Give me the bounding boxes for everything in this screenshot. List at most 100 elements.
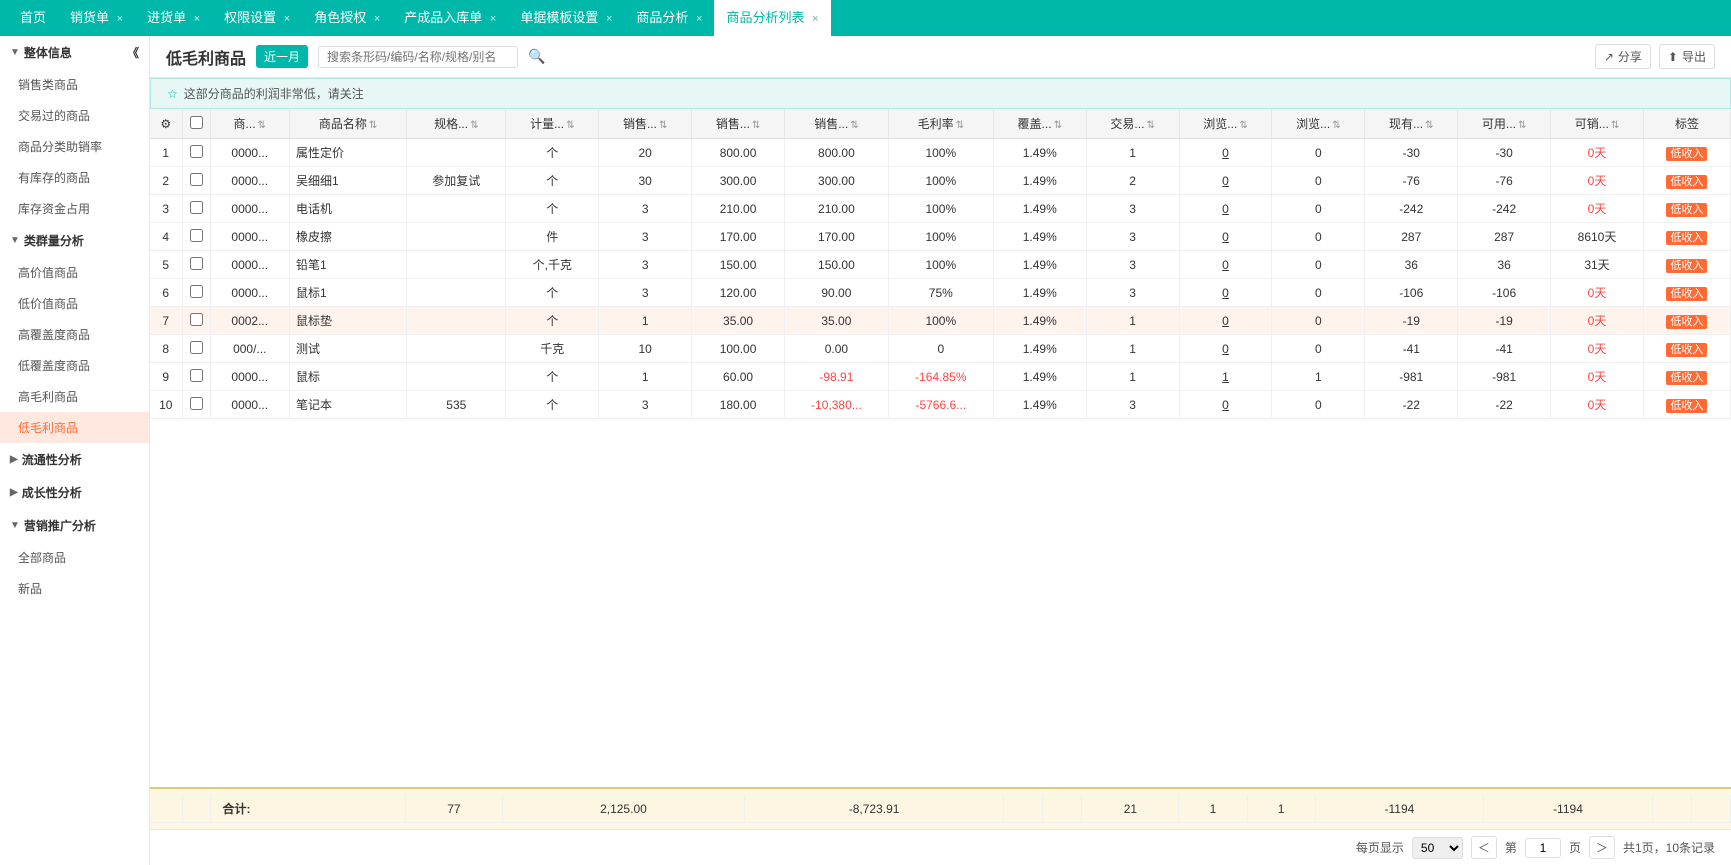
col-spec[interactable]: 规格...⇅	[407, 109, 506, 139]
page-input[interactable]	[1525, 838, 1561, 858]
col-views2[interactable]: 浏览...⇅	[1272, 109, 1365, 139]
row-checkbox-5[interactable]	[182, 251, 210, 279]
nav-home[interactable]: 首页	[8, 0, 58, 36]
sidebar-group-marketing-header[interactable]: ▼ 营销推广分析	[0, 509, 149, 542]
views1-link-10[interactable]: 0	[1222, 398, 1229, 412]
row-views1-7[interactable]: 0	[1179, 307, 1272, 335]
views1-link-9[interactable]: 1	[1222, 370, 1229, 384]
row-checkbox-4[interactable]	[182, 223, 210, 251]
nav-product-entry[interactable]: 产成品入库单 ×	[392, 0, 508, 36]
sidebar-item-new-goods[interactable]: 新品	[0, 573, 149, 604]
col-sellable[interactable]: 可销...⇅	[1551, 109, 1644, 139]
col-sales-amt[interactable]: 销售...⇅	[692, 109, 785, 139]
row-views1-8[interactable]: 0	[1179, 335, 1272, 363]
share-button[interactable]: ↗ 分享	[1595, 44, 1651, 69]
row-sellable-2: 0天	[1551, 167, 1644, 195]
row-views1-10[interactable]: 0	[1179, 391, 1272, 419]
close-analysis-list-icon[interactable]: ×	[812, 13, 818, 25]
col-views1[interactable]: 浏览...⇅	[1179, 109, 1272, 139]
col-checkbox[interactable]	[182, 109, 210, 139]
sidebar-item-low-value[interactable]: 低价值商品	[0, 288, 149, 319]
sidebar-item-stock-fund[interactable]: 库存资金占用	[0, 193, 149, 224]
col-code[interactable]: 商...⇅	[210, 109, 289, 139]
col-stock[interactable]: 现有...⇅	[1365, 109, 1458, 139]
sidebar-item-traded-goods[interactable]: 交易过的商品	[0, 100, 149, 131]
row-views1-1[interactable]: 0	[1179, 139, 1272, 167]
views1-link-5[interactable]: 0	[1222, 258, 1229, 272]
col-unit[interactable]: 计量...⇅	[506, 109, 599, 139]
row-sales-amt-3: 210.00	[692, 195, 785, 223]
row-views1-4[interactable]: 0	[1179, 223, 1272, 251]
row-views1-6[interactable]: 0	[1179, 279, 1272, 307]
close-sales-icon[interactable]: ×	[117, 13, 123, 25]
row-checkbox-2[interactable]	[182, 167, 210, 195]
col-coverage[interactable]: 覆盖...⇅	[993, 109, 1086, 139]
col-name[interactable]: 商品名称⇅	[289, 109, 406, 139]
views1-link-6[interactable]: 0	[1222, 286, 1229, 300]
views1-link-7[interactable]: 0	[1222, 314, 1229, 328]
nav-purchase[interactable]: 进货单 ×	[135, 0, 212, 36]
col-sales-qty[interactable]: 销售...⇅	[599, 109, 692, 139]
row-views1-3[interactable]: 0	[1179, 195, 1272, 223]
row-views1-2[interactable]: 0	[1179, 167, 1272, 195]
row-name-10: 笔记本	[289, 391, 406, 419]
row-checkbox-8[interactable]	[182, 335, 210, 363]
sidebar-item-low-margin[interactable]: 低毛利商品	[0, 412, 149, 443]
row-checkbox-9[interactable]	[182, 363, 210, 391]
col-available[interactable]: 可用...⇅	[1458, 109, 1551, 139]
per-page-select[interactable]: 50 100 200	[1412, 837, 1463, 859]
views1-link-3[interactable]: 0	[1222, 202, 1229, 216]
nav-template[interactable]: 单据模板设置 ×	[508, 0, 624, 36]
row-checkbox-10[interactable]	[182, 391, 210, 419]
export-button[interactable]: ⬆ 导出	[1659, 44, 1715, 69]
nav-permission[interactable]: 权限设置 ×	[212, 0, 302, 36]
data-table-container[interactable]: ⚙ 商...⇅ 商品名称⇅ 规格...⇅ 计量...⇅ 销售...⇅ 销售...…	[150, 109, 1731, 787]
sidebar-item-stock-goods[interactable]: 有库存的商品	[0, 162, 149, 193]
sidebar-collapse-btn[interactable]: 《	[127, 44, 139, 61]
filter-recent-month-button[interactable]: 近一月	[256, 45, 308, 68]
col-settings[interactable]: ⚙	[150, 109, 182, 139]
col-gross-margin[interactable]: 毛利率⇅	[888, 109, 993, 139]
views1-link-8[interactable]: 0	[1222, 342, 1229, 356]
row-spec-4	[407, 223, 506, 251]
nav-analysis-list[interactable]: 商品分析列表 ×	[714, 0, 830, 36]
sidebar-item-sales-goods[interactable]: 销售类商品	[0, 69, 149, 100]
row-checkbox-7[interactable]	[182, 307, 210, 335]
close-permission-icon[interactable]: ×	[284, 13, 290, 25]
sidebar-item-low-coverage[interactable]: 低覆盖度商品	[0, 350, 149, 381]
sidebar-group-cluster-header[interactable]: ▼ 类群量分析	[0, 224, 149, 257]
views1-link-1[interactable]: 0	[1222, 146, 1229, 160]
sidebar-item-category-rate[interactable]: 商品分类助销率	[0, 131, 149, 162]
nav-role[interactable]: 角色授权 ×	[302, 0, 392, 36]
row-checkbox-3[interactable]	[182, 195, 210, 223]
search-input[interactable]	[318, 46, 518, 68]
next-page-button[interactable]: ＞	[1589, 836, 1615, 859]
close-product-entry-icon[interactable]: ×	[490, 13, 496, 25]
sidebar-item-high-value[interactable]: 高价值商品	[0, 257, 149, 288]
sidebar-group-overview-header[interactable]: ▼ 整体信息 《	[0, 36, 149, 69]
close-purchase-icon[interactable]: ×	[194, 13, 200, 25]
sidebar-group-growth-header[interactable]: ▶ 成长性分析	[0, 476, 149, 509]
sidebar-item-high-coverage[interactable]: 高覆盖度商品	[0, 319, 149, 350]
nav-analysis[interactable]: 商品分析 ×	[624, 0, 714, 36]
sidebar-item-all-goods[interactable]: 全部商品	[0, 542, 149, 573]
close-role-icon[interactable]: ×	[374, 13, 380, 25]
close-template-icon[interactable]: ×	[606, 13, 612, 25]
views1-link-2[interactable]: 0	[1222, 174, 1229, 188]
close-analysis-icon[interactable]: ×	[696, 13, 702, 25]
nav-sales[interactable]: 销货单 ×	[58, 0, 135, 36]
row-views1-5[interactable]: 0	[1179, 251, 1272, 279]
row-stock-2: -76	[1365, 167, 1458, 195]
prev-page-button[interactable]: ＜	[1471, 836, 1497, 859]
sidebar-group-flow-header[interactable]: ▶ 流通性分析	[0, 443, 149, 476]
select-all-checkbox[interactable]	[190, 116, 203, 129]
row-checkbox-1[interactable]	[182, 139, 210, 167]
col-trade[interactable]: 交易...⇅	[1086, 109, 1179, 139]
row-unit-2: 个	[506, 167, 599, 195]
sidebar-item-high-margin[interactable]: 高毛利商品	[0, 381, 149, 412]
col-sales-profit[interactable]: 销售...⇅	[784, 109, 888, 139]
views1-link-4[interactable]: 0	[1222, 230, 1229, 244]
row-checkbox-6[interactable]	[182, 279, 210, 307]
search-icon[interactable]: 🔍	[528, 48, 545, 65]
row-views1-9[interactable]: 1	[1179, 363, 1272, 391]
